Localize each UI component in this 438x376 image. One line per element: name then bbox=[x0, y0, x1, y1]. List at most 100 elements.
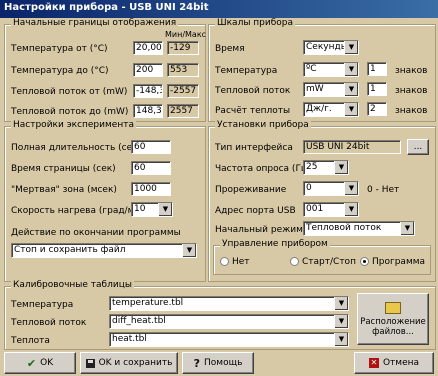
chevron-down-icon: ▼ bbox=[344, 63, 358, 76]
control-radio-none[interactable]: Нет bbox=[220, 257, 250, 267]
radio-button-icon bbox=[220, 257, 229, 266]
temp-to-label: Температура до (°C) bbox=[11, 66, 109, 76]
chevron-down-icon: ▼ bbox=[334, 333, 348, 346]
ok-button[interactable]: ✔ OK bbox=[4, 352, 76, 374]
heating-rate-select[interactable]: 10 ▼ bbox=[131, 202, 173, 217]
help-button[interactable]: ? Помощь bbox=[182, 352, 254, 374]
control-radio-program[interactable]: Программа bbox=[360, 257, 425, 267]
control-group: Управление прибором Нет Старт/Стоп Прогр… bbox=[213, 239, 431, 275]
usb-address-label: Адрес порта USB bbox=[215, 206, 296, 216]
chevron-down-icon: ▼ bbox=[344, 182, 358, 195]
thinning-select[interactable]: 0 ▼ bbox=[303, 181, 359, 196]
poll-rate-select[interactable]: 25 ▼ bbox=[303, 160, 349, 175]
heat-unit-value: Дж/г. bbox=[306, 104, 332, 114]
chevron-down-icon: ▼ bbox=[344, 83, 358, 96]
dead-zone-label: "Мертвая" зона (мсек) bbox=[11, 185, 117, 195]
usb-address-select[interactable]: 001 ▼ bbox=[303, 202, 359, 217]
cal-heatflow-select[interactable]: diff_heat.tbl ▼ bbox=[109, 314, 349, 329]
duration-label: Полная длительность (сек) bbox=[11, 143, 142, 153]
heatflow-digits-input[interactable]: 1 bbox=[367, 82, 387, 96]
device-group: Установки прибора Тип интерфейса USB UNI… bbox=[208, 120, 436, 282]
cal-temp-select[interactable]: temperature.tbl ▼ bbox=[109, 296, 349, 311]
scales-group: Шкалы прибора Время Секунды ▼ Температур… bbox=[208, 18, 436, 122]
calibration-title: Калибровочные таблицы bbox=[11, 280, 134, 290]
heat-digits-input[interactable]: 2 bbox=[367, 102, 387, 116]
help-icon: ? bbox=[193, 356, 201, 370]
cal-heatflow-value: diff_heat.tbl bbox=[112, 316, 166, 326]
heatflow-to-label: Тепловой поток до (mW) bbox=[11, 107, 129, 117]
settings-dialog: Начальные границы отображения Мин/Макс Т… bbox=[0, 18, 438, 376]
control-radio-start-stop[interactable]: Старт/Стоп bbox=[290, 257, 356, 267]
cal-heat-select[interactable]: heat.tbl ▼ bbox=[109, 332, 349, 347]
chevron-down-icon: ▼ bbox=[344, 41, 358, 54]
ok-save-button[interactable]: OK и сохранить bbox=[80, 352, 178, 374]
time-unit-select[interactable]: Секунды ▼ bbox=[303, 40, 359, 55]
start-mode-label: Начальный режим bbox=[215, 225, 303, 235]
heatflow-from-minmax: -2557 bbox=[167, 84, 199, 98]
cal-temp-value: temperature.tbl bbox=[112, 298, 184, 308]
interface-label: Тип интерфейса bbox=[215, 143, 293, 153]
page-time-label: Время страницы (сек) bbox=[11, 164, 116, 174]
heatflow-digits-label: знаков bbox=[395, 86, 428, 96]
heatflow-unit-value: mW bbox=[306, 84, 324, 94]
time-unit-value: Секунды bbox=[306, 42, 348, 52]
scale-heat-label: Расчёт теплоты bbox=[215, 106, 291, 116]
temp-digits-input[interactable]: 1 bbox=[367, 62, 387, 76]
chevron-down-icon: ▼ bbox=[158, 203, 172, 216]
heatflow-from-input[interactable]: -148,35 bbox=[133, 84, 163, 98]
min-max-header: Мин/Макс bbox=[165, 30, 207, 39]
end-action-select[interactable]: Стоп и сохранить файл ▼ bbox=[11, 243, 197, 258]
heat-unit-select[interactable]: Дж/г. ▼ bbox=[303, 102, 359, 117]
folder-icon bbox=[385, 301, 401, 314]
interface-value: USB UNI 24bit bbox=[303, 140, 401, 154]
temp-unit-select[interactable]: ºC ▼ bbox=[303, 62, 359, 77]
control-radio-none-label: Нет bbox=[232, 257, 250, 267]
page-time-input[interactable]: 60 bbox=[131, 161, 171, 175]
chevron-down-icon: ▼ bbox=[334, 297, 348, 310]
help-button-label: Помощь bbox=[204, 358, 243, 368]
temp-from-input[interactable]: 20,00 bbox=[133, 41, 163, 55]
heatflow-to-input[interactable]: 148,35 bbox=[133, 104, 163, 118]
temp-digits-label: знаков bbox=[395, 66, 428, 76]
heatflow-from-label: Тепловой поток от (mW) bbox=[11, 87, 128, 97]
scale-heatflow-label: Тепловой поток bbox=[215, 86, 291, 96]
temp-from-label: Температура от (°C) bbox=[11, 44, 108, 54]
window-title: Настройки прибора - USB UNI 24bit bbox=[0, 0, 438, 18]
time-label: Время bbox=[215, 44, 245, 54]
cal-heatflow-label: Тепловой поток bbox=[11, 318, 87, 328]
experiment-title: Настройки эксперимента bbox=[11, 120, 136, 130]
thinning-value: 0 bbox=[306, 183, 312, 193]
duration-input[interactable]: 60 bbox=[131, 140, 171, 154]
chevron-down-icon: ▼ bbox=[182, 244, 196, 257]
file-location-button[interactable]: Расположение файлов... bbox=[357, 293, 429, 345]
cancel-icon: ✕ bbox=[368, 358, 379, 368]
heating-rate-value: 10 bbox=[134, 204, 146, 214]
temp-to-minmax: 553 bbox=[167, 63, 199, 77]
scales-title: Шкалы прибора bbox=[215, 18, 296, 28]
start-mode-select[interactable]: Тепловой поток ▼ bbox=[303, 221, 415, 236]
usb-address-value: 001 bbox=[306, 204, 324, 214]
save-disk-icon bbox=[85, 358, 95, 368]
heating-rate-label: Скорость нагрева (град/мин) bbox=[11, 206, 150, 216]
device-title: Установки прибора bbox=[215, 120, 311, 130]
experiment-group: Настройки эксперимента Полная длительнос… bbox=[4, 120, 206, 282]
heatflow-unit-select[interactable]: mW ▼ bbox=[303, 82, 359, 97]
chevron-down-icon: ▼ bbox=[400, 222, 414, 235]
display-limits-title: Начальные границы отображения bbox=[11, 18, 179, 28]
temp-to-input[interactable]: 200 bbox=[133, 63, 163, 77]
dead-zone-input[interactable]: 1000 bbox=[131, 182, 171, 196]
heat-digits-label: знаков bbox=[395, 106, 428, 116]
cancel-button-label: Отмена bbox=[382, 358, 420, 368]
file-location-label: Расположение файлов... bbox=[360, 316, 426, 337]
thinning-label: Прореживание bbox=[215, 185, 287, 195]
poll-rate-label: Частота опроса (Гц) bbox=[215, 164, 311, 174]
heatflow-to-minmax: 2557 bbox=[167, 104, 199, 118]
poll-rate-value: 25 bbox=[306, 162, 318, 172]
control-radio-program-label: Программа bbox=[372, 257, 426, 267]
end-action-label: Действие по окончании программы bbox=[11, 228, 181, 238]
chevron-down-icon: ▼ bbox=[334, 315, 348, 328]
browse-interface-button[interactable]: ... bbox=[407, 139, 429, 155]
radio-button-icon bbox=[290, 257, 299, 266]
control-radio-start-stop-label: Старт/Стоп bbox=[302, 257, 356, 267]
cancel-button[interactable]: ✕ Отмена bbox=[354, 352, 434, 374]
